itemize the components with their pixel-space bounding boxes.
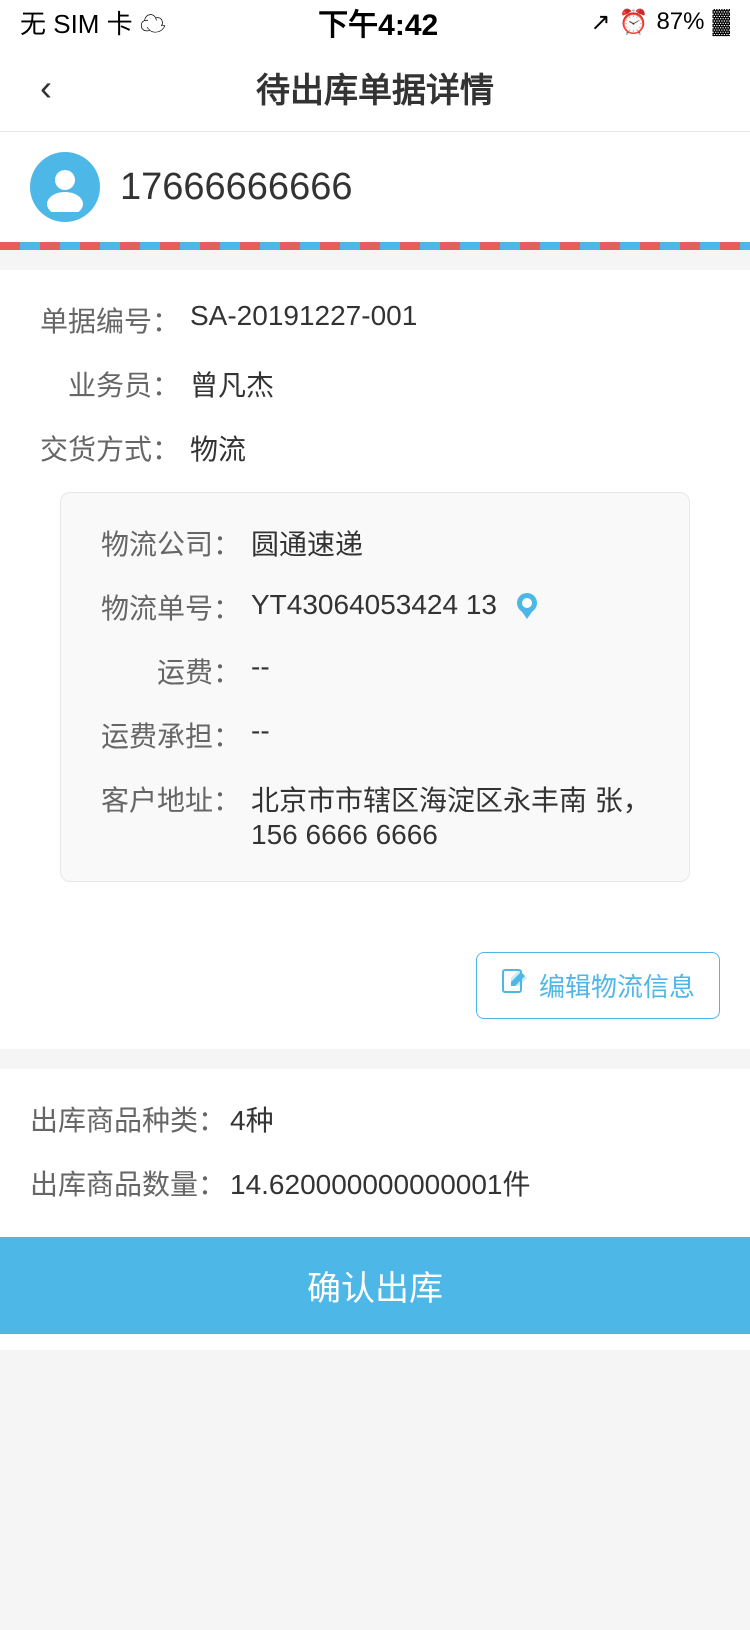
product-types-label: 出库商品种类： [30,1099,230,1139]
nav-title: 待出库单据详情 [256,63,494,112]
status-right: ↗ ⏰ 87% ▓ [590,8,730,37]
address-label: 客户地址： [91,779,251,819]
logistics-company-row: 物流公司： 圆通速递 [91,523,659,563]
confirm-button-container: 确认出库 [0,1237,750,1334]
freight-label: 运费： [91,651,251,691]
freight-bearer-value: -- [251,715,659,747]
user-header: 17666666666 [0,132,750,242]
edit-btn-row: 编辑物流信息 [0,932,750,1049]
tracking-location-icon[interactable] [509,587,545,623]
tracking-number-row: 物流单号： YT43064053424 13 [91,587,659,627]
avatar [30,152,100,222]
battery-icon: ▓ [713,8,731,36]
user-phone: 17666666666 [120,166,352,209]
document-number-row: 单据编号： SA-20191227-001 [30,300,720,340]
freight-row: 运费： -- [91,651,659,691]
location-icon-status: ↗ [590,8,610,37]
bottom-spacer [0,1530,750,1630]
edit-logistics-label: 编辑物流信息 [539,967,695,1004]
salesman-value: 曾凡杰 [190,364,720,404]
address-row: 客户地址： 北京市市辖区海淀区永丰南 张，156 6666 6666 [91,779,659,851]
dashed-divider [0,242,750,250]
address-value: 北京市市辖区海淀区永丰南 张，156 6666 6666 [251,779,659,851]
delivery-value: 物流 [190,428,720,468]
edit-icon [501,968,529,1003]
edit-logistics-button[interactable]: 编辑物流信息 [476,952,720,1019]
logistics-company-value: 圆通速递 [251,523,659,563]
freight-bearer-row: 运费承担： -- [91,715,659,755]
empty-content-area [0,1350,750,1530]
battery-level: 87% [656,8,704,36]
alarm-icon: ⏰ [619,8,649,37]
tracking-number-value: YT43064053424 13 [251,587,659,623]
back-button[interactable]: ‹ [30,57,62,119]
basic-info-section: 单据编号： SA-20191227-001 业务员： 曾凡杰 交货方式： 物流 … [0,270,750,932]
status-left: 无 SIM 卡 ☁ [20,4,166,41]
document-number-value: SA-20191227-001 [190,300,720,332]
delivery-row: 交货方式： 物流 [30,428,720,468]
product-types-value: 4种 [230,1099,720,1139]
gap2 [0,1049,750,1069]
product-quantity-label: 出库商品数量： [30,1163,230,1203]
logistics-card: 物流公司： 圆通速递 物流单号： YT43064053424 13 运费： --… [60,492,690,882]
nav-bar: ‹ 待出库单据详情 [0,44,750,132]
tracking-number-label: 物流单号： [91,587,251,627]
salesman-row: 业务员： 曾凡杰 [30,364,720,404]
stats-section: 出库商品种类： 4种 出库商品数量： 14.620000000000001件 [0,1069,750,1233]
delivery-label: 交货方式： [30,428,190,468]
product-quantity-value: 14.620000000000001件 [230,1163,720,1203]
sim-status: 无 SIM 卡 ☁ [20,4,166,41]
tracking-number-text: YT43064053424 13 [251,589,497,621]
status-bar: 无 SIM 卡 ☁ 下午4:42 ↗ ⏰ 87% ▓ [0,0,750,44]
product-quantity-row: 出库商品数量： 14.620000000000001件 [30,1163,720,1203]
logistics-company-label: 物流公司： [91,523,251,563]
product-types-row: 出库商品种类： 4种 [30,1099,720,1139]
document-number-label: 单据编号： [30,300,190,340]
freight-value: -- [251,651,659,683]
confirm-outbound-button[interactable]: 确认出库 [307,1261,443,1310]
freight-bearer-label: 运费承担： [91,715,251,755]
salesman-label: 业务员： [30,364,190,404]
status-time: 下午4:42 [318,0,438,44]
gap1 [0,250,750,270]
avatar-icon [40,162,90,212]
